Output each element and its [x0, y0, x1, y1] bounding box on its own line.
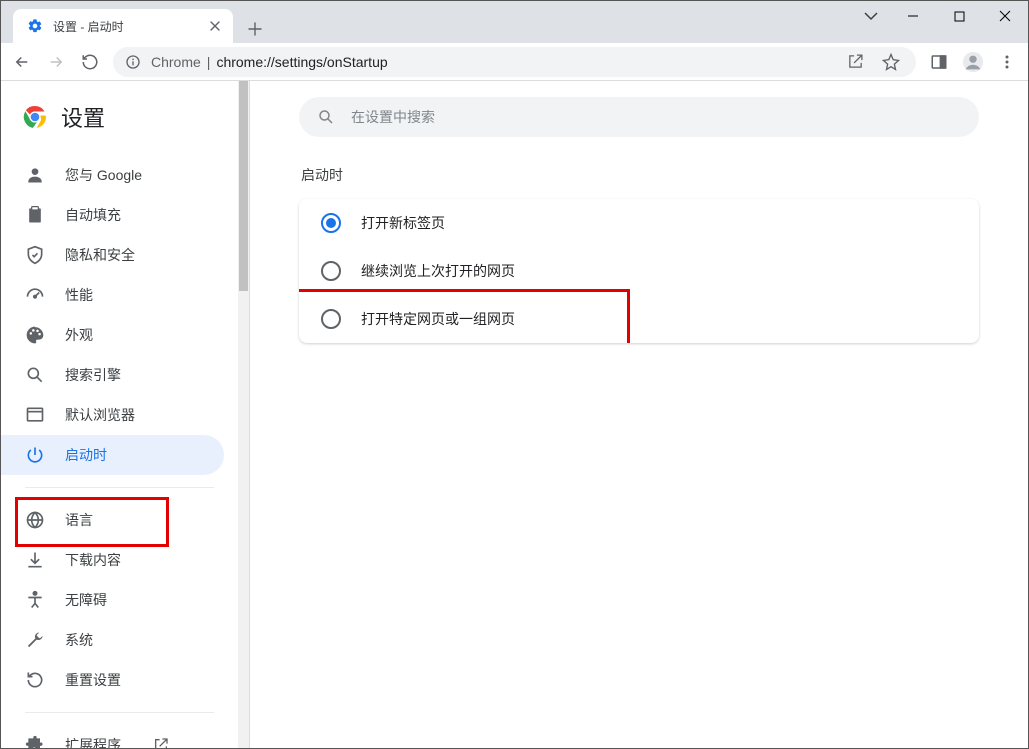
divider	[25, 712, 214, 713]
sidebar-item-label: 系统	[65, 630, 93, 650]
sidebar-item-on-startup[interactable]: 启动时	[1, 435, 224, 475]
accessibility-icon	[25, 590, 45, 610]
download-icon	[25, 550, 45, 570]
sidebar-item-privacy[interactable]: 隐私和安全	[1, 235, 224, 275]
radio-continue[interactable]: 继续浏览上次打开的网页	[299, 247, 979, 295]
close-icon[interactable]	[207, 18, 223, 34]
person-icon	[25, 165, 45, 185]
sidebar-item-label: 语言	[65, 510, 93, 530]
radio-label: 打开特定网页或一组网页	[361, 309, 515, 329]
share-icon[interactable]	[842, 47, 868, 77]
browser-icon	[25, 405, 45, 425]
sidebar-item-autofill[interactable]: 自动填充	[1, 195, 224, 235]
forward-button[interactable]	[41, 47, 71, 77]
sidebar-item-downloads[interactable]: 下载内容	[1, 540, 224, 580]
side-panel-icon[interactable]	[924, 47, 954, 77]
search-input[interactable]	[349, 108, 961, 126]
extension-icon	[25, 735, 45, 748]
shield-icon	[25, 245, 45, 265]
close-window-button[interactable]	[982, 1, 1028, 31]
window-controls	[852, 1, 1028, 31]
clipboard-icon	[25, 205, 45, 225]
sidebar-item-label: 搜索引擎	[65, 365, 121, 385]
url-path: chrome://settings/onStartup	[216, 54, 387, 70]
speed-icon	[25, 285, 45, 305]
sidebar-item-label: 重置设置	[65, 670, 121, 690]
sidebar-item-label: 无障碍	[65, 590, 107, 610]
radio-label: 打开新标签页	[361, 213, 445, 233]
tab-strip: 设置 - 启动时	[1, 1, 852, 43]
sidebar-item-label: 性能	[65, 285, 93, 305]
tab-search-button[interactable]	[852, 1, 890, 31]
window-titlebar: 设置 - 启动时	[1, 1, 1028, 43]
settings-page: 设置 您与 Google 自动填充 隐私和安全 性能	[1, 81, 1028, 748]
radio-icon	[321, 213, 341, 233]
power-icon	[25, 445, 45, 465]
url-origin: Chrome	[151, 54, 201, 70]
minimize-button[interactable]	[890, 1, 936, 31]
sidebar-item-label: 隐私和安全	[65, 245, 135, 265]
site-info-icon[interactable]	[125, 54, 141, 70]
search-icon	[25, 365, 45, 385]
radio-new-tab[interactable]: 打开新标签页	[299, 199, 979, 247]
sidebar-item-label: 自动填充	[65, 205, 121, 225]
back-button[interactable]	[7, 47, 37, 77]
reset-icon	[25, 670, 45, 690]
sidebar-item-extensions[interactable]: 扩展程序	[1, 725, 224, 748]
settings-search[interactable]	[299, 97, 979, 137]
sidebar: 设置 您与 Google 自动填充 隐私和安全 性能	[1, 81, 250, 748]
main-panel: 启动时 打开新标签页 继续浏览上次打开的网页 打开特定网页或一组网页	[250, 81, 1028, 748]
gear-icon	[25, 16, 45, 36]
sidebar-scrollbar[interactable]	[238, 81, 249, 748]
new-tab-button[interactable]	[241, 15, 269, 43]
search-icon	[317, 108, 335, 126]
sidebar-item-languages[interactable]: 语言	[1, 500, 224, 540]
radio-specific-pages[interactable]: 打开特定网页或一组网页	[299, 295, 979, 343]
scrollbar-thumb[interactable]	[239, 81, 248, 291]
sidebar-item-search-engine[interactable]: 搜索引擎	[1, 355, 224, 395]
sidebar-item-label: 下载内容	[65, 550, 121, 570]
sidebar-item-system[interactable]: 系统	[1, 620, 224, 660]
divider	[25, 487, 214, 488]
reload-button[interactable]	[75, 47, 105, 77]
menu-icon[interactable]	[992, 47, 1022, 77]
sidebar-item-appearance[interactable]: 外观	[1, 315, 224, 355]
url-text: Chrome | chrome://settings/onStartup	[151, 54, 388, 70]
sidebar-item-label: 外观	[65, 325, 93, 345]
radio-icon	[321, 261, 341, 281]
sidebar-item-label: 您与 Google	[65, 165, 142, 185]
startup-options-card: 打开新标签页 继续浏览上次打开的网页 打开特定网页或一组网页	[299, 199, 979, 343]
sidebar-item-default-browser[interactable]: 默认浏览器	[1, 395, 224, 435]
radio-icon	[321, 309, 341, 329]
sidebar-item-label: 扩展程序	[65, 735, 121, 748]
sidebar-header: 设置	[1, 81, 238, 151]
radio-label: 继续浏览上次打开的网页	[361, 261, 515, 281]
palette-icon	[25, 325, 45, 345]
browser-toolbar: Chrome | chrome://settings/onStartup	[1, 43, 1028, 81]
sidebar-item-performance[interactable]: 性能	[1, 275, 224, 315]
sidebar-item-label: 默认浏览器	[65, 405, 135, 425]
sidebar-item-label: 启动时	[65, 445, 107, 465]
sidebar-item-accessibility[interactable]: 无障碍	[1, 580, 224, 620]
globe-icon	[25, 510, 45, 530]
address-bar[interactable]: Chrome | chrome://settings/onStartup	[113, 47, 916, 77]
bookmark-icon[interactable]	[878, 47, 904, 77]
section-title: 启动时	[299, 165, 979, 185]
browser-tab[interactable]: 设置 - 启动时	[13, 9, 233, 43]
tab-title: 设置 - 启动时	[53, 18, 199, 35]
maximize-button[interactable]	[936, 1, 982, 31]
sidebar-item-you-and-google[interactable]: 您与 Google	[1, 155, 224, 195]
profile-avatar[interactable]	[958, 47, 988, 77]
sidebar-title: 设置	[61, 101, 105, 133]
wrench-icon	[25, 630, 45, 650]
sidebar-item-reset[interactable]: 重置设置	[1, 660, 224, 700]
external-link-icon	[153, 737, 169, 748]
chrome-logo-icon	[23, 105, 47, 129]
